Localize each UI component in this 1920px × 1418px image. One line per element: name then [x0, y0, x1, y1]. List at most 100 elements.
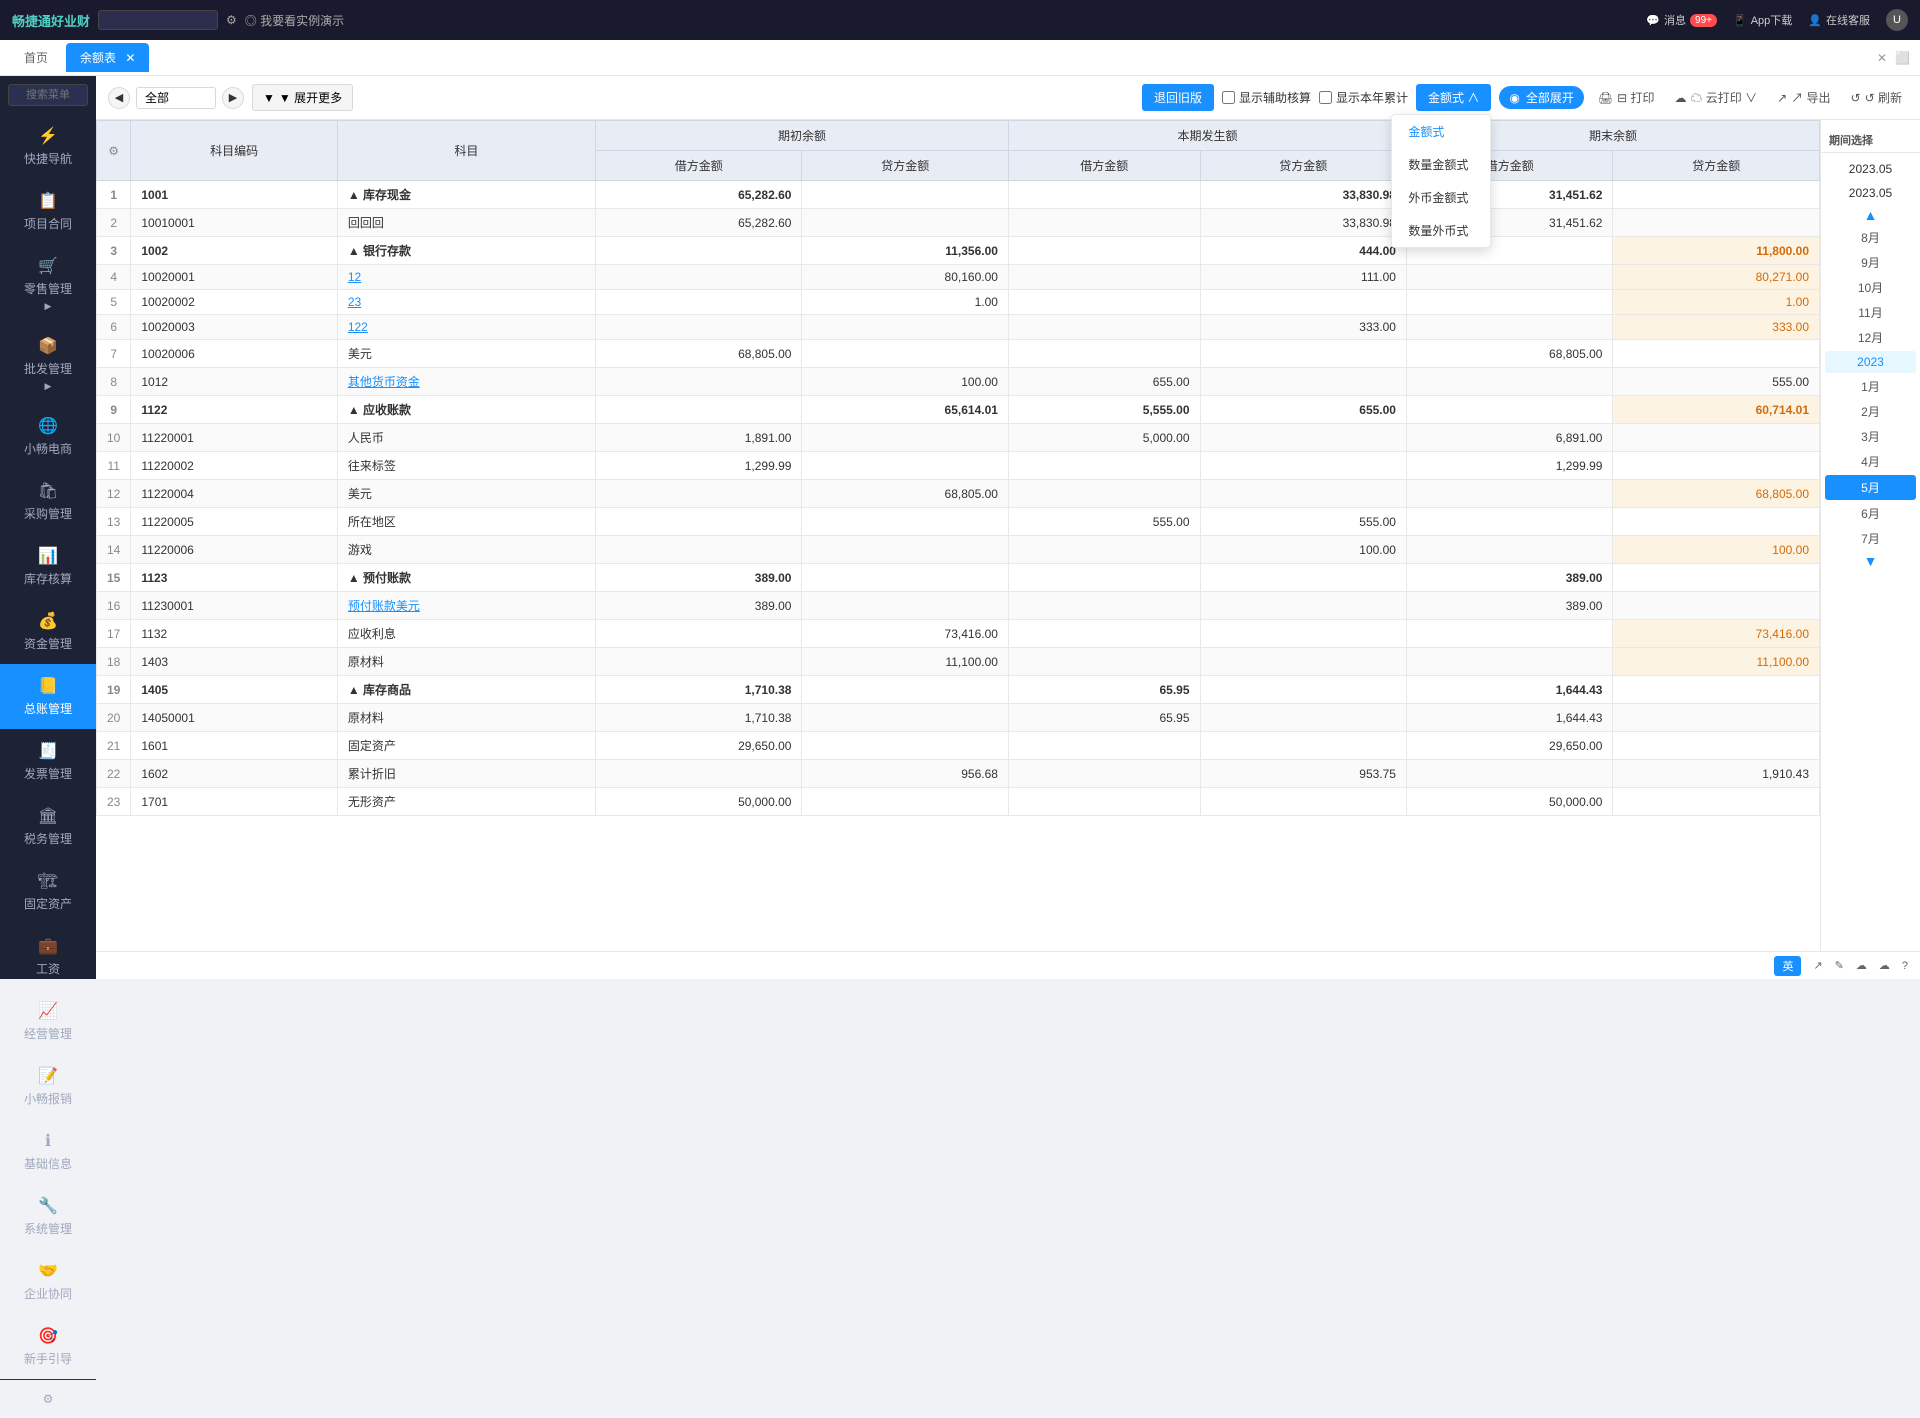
- cell-current-credit: [1200, 732, 1406, 760]
- user-btn[interactable]: U: [1886, 9, 1908, 31]
- ecommerce-icon: 🌐: [38, 416, 58, 436]
- status-cloud-icon2[interactable]: ☁: [1879, 959, 1890, 972]
- cell-no: 3: [97, 237, 131, 265]
- nav-input[interactable]: [136, 87, 216, 109]
- month-5[interactable]: 5月: [1825, 475, 1916, 500]
- cell-name[interactable]: 其他货币资金: [337, 368, 595, 396]
- show-ytd-input[interactable]: [1319, 91, 1332, 104]
- sidebar-item-base-info[interactable]: ℹ 基础信息: [0, 1119, 96, 1184]
- cell-code: 11230001: [131, 592, 337, 620]
- demo-link[interactable]: ◎ 我要看实例演示: [245, 12, 344, 29]
- period-down-btn[interactable]: ▼: [1821, 551, 1920, 571]
- show-aux-input[interactable]: [1222, 91, 1235, 104]
- sidebar-item-quick-nav[interactable]: ⚡ 快捷导航: [0, 114, 96, 179]
- cloud-print-btn[interactable]: ☁ ☁ 云打印 ∨: [1668, 85, 1763, 110]
- expand-more-btn[interactable]: ▼ ▼ 展开更多: [252, 84, 353, 111]
- cell-opening-debit: [596, 368, 802, 396]
- month-2[interactable]: 2月: [1821, 399, 1920, 424]
- cell-current-credit: 953.75: [1200, 760, 1406, 788]
- month-1[interactable]: 1月: [1821, 374, 1920, 399]
- cell-code: 11220001: [131, 424, 337, 452]
- month-6[interactable]: 6月: [1821, 501, 1920, 526]
- cell-current-debit: [1008, 536, 1200, 564]
- online-service-btn[interactable]: 👤 在线客服: [1808, 12, 1870, 28]
- cell-current-debit: [1008, 209, 1200, 237]
- sidebar-item-purchase[interactable]: 🛍 采购管理: [0, 469, 96, 534]
- sidebar-item-wholesale[interactable]: 📦 批发管理 ▶: [0, 324, 96, 404]
- sidebar-item-new-guide[interactable]: 🎯 新手引导: [0, 1314, 96, 1379]
- sidebar-settings-btn[interactable]: ⚙: [0, 1380, 96, 1418]
- sidebar-search-input[interactable]: [8, 84, 88, 106]
- cell-opening-debit: 1,710.38: [596, 704, 802, 732]
- tab-balance[interactable]: 余额表 ✕: [66, 43, 149, 72]
- sidebar-item-xiao-sales[interactable]: 📝 小畅报销: [0, 1054, 96, 1119]
- dropdown-item-amount[interactable]: 金额式: [1392, 115, 1490, 148]
- period-up-btn[interactable]: ▲: [1821, 205, 1920, 225]
- month-9[interactable]: 9月: [1821, 250, 1920, 275]
- expand-all-toggle[interactable]: ◉ 全部展开: [1499, 86, 1584, 109]
- sidebar-item-inventory[interactable]: 📊 库存核算: [0, 534, 96, 599]
- tab-close-icon[interactable]: ✕: [125, 51, 135, 65]
- top-settings-icon[interactable]: ⚙: [226, 13, 237, 27]
- export-btn[interactable]: ↗ ↗ 导出: [1771, 85, 1836, 110]
- status-edit-icon[interactable]: ✎: [1835, 959, 1844, 972]
- sidebar-item-payroll[interactable]: 💼 工资: [0, 924, 96, 989]
- sidebar-item-sys-mgmt[interactable]: 🔧 系统管理: [0, 1184, 96, 1249]
- period-2023-start[interactable]: 2023.05: [1821, 157, 1920, 181]
- tab-home[interactable]: 首页: [10, 43, 62, 72]
- return-old-btn[interactable]: 退回旧版: [1142, 84, 1214, 111]
- amount-style-dropdown: 金额式 数量金额式 外币金额式 数量外币式: [1391, 114, 1491, 248]
- expand-icon: ▼: [263, 91, 275, 105]
- dropdown-item-foreign-amount[interactable]: 外币金额式: [1392, 181, 1490, 214]
- new-guide-icon: 🎯: [38, 1326, 58, 1346]
- month-8[interactable]: 8月: [1821, 225, 1920, 250]
- dropdown-item-qty-foreign[interactable]: 数量外币式: [1392, 214, 1490, 247]
- nav-forward-btn[interactable]: ▶: [222, 87, 244, 109]
- cell-closing-debit: 50,000.00: [1406, 788, 1612, 816]
- period-2023-end[interactable]: 2023.05: [1821, 181, 1920, 205]
- sidebar-item-corp-collab[interactable]: 🤝 企业协同: [0, 1249, 96, 1314]
- dropdown-item-qty-amount[interactable]: 数量金额式: [1392, 148, 1490, 181]
- month-12[interactable]: 12月: [1821, 325, 1920, 350]
- cell-name[interactable]: 12: [337, 265, 595, 290]
- show-aux-checkbox[interactable]: 显示辅助核算: [1222, 89, 1311, 106]
- sidebar-item-capital[interactable]: 💰 资金管理: [0, 599, 96, 664]
- th-settings[interactable]: ⚙: [97, 121, 131, 181]
- month-11[interactable]: 11月: [1821, 300, 1920, 325]
- cell-name[interactable]: 预付账款美元: [337, 592, 595, 620]
- month-7[interactable]: 7月: [1821, 526, 1920, 551]
- month-3[interactable]: 3月: [1821, 424, 1920, 449]
- messages-btn[interactable]: 💬 消息 99+: [1646, 12, 1717, 28]
- status-help-icon[interactable]: ?: [1902, 960, 1908, 972]
- sidebar-item-fixed-assets[interactable]: 🏗 固定资产: [0, 859, 96, 924]
- cell-opening-credit: [802, 704, 1008, 732]
- cell-opening-debit: [596, 536, 802, 564]
- cell-current-debit: 5,555.00: [1008, 396, 1200, 424]
- cell-closing-debit: 68,805.00: [1406, 340, 1612, 368]
- sidebar-item-operations[interactable]: 📈 经营管理: [0, 989, 96, 1054]
- app-download-btn[interactable]: 📱 App下载: [1733, 12, 1792, 28]
- cell-name[interactable]: 23: [337, 290, 595, 315]
- sidebar-item-invoice[interactable]: 🧾 发票管理: [0, 729, 96, 794]
- amount-style-btn[interactable]: 金额式 ∧: [1416, 84, 1491, 111]
- show-ytd-checkbox[interactable]: 显示本年累计: [1319, 89, 1408, 106]
- sidebar-item-retail[interactable]: 🛒 零售管理 ▶: [0, 244, 96, 324]
- top-search-input[interactable]: [98, 10, 218, 30]
- sidebar-item-ecommerce[interactable]: 🌐 小畅电商: [0, 404, 96, 469]
- refresh-btn[interactable]: ↺ ↺ 刷新: [1845, 85, 1908, 110]
- month-10[interactable]: 10月: [1821, 275, 1920, 300]
- status-export-icon[interactable]: ↗: [1813, 959, 1822, 972]
- sidebar-item-general-ledger[interactable]: 📒 总账管理: [0, 664, 96, 729]
- window-minimize-icon[interactable]: ✕: [1877, 51, 1887, 65]
- print-btn[interactable]: 🖨 ⊟ 打印: [1592, 85, 1661, 110]
- sidebar-item-tax[interactable]: 🏛 税务管理: [0, 794, 96, 859]
- window-maximize-icon[interactable]: ⬜: [1895, 51, 1910, 65]
- status-cloud-icon1[interactable]: ☁: [1856, 959, 1867, 972]
- sidebar-item-project[interactable]: 📋 项目合同: [0, 179, 96, 244]
- status-lang-btn[interactable]: 英: [1774, 956, 1801, 976]
- cell-name[interactable]: 122: [337, 315, 595, 340]
- cell-closing-credit: 11,800.00: [1613, 237, 1820, 265]
- month-4[interactable]: 4月: [1821, 449, 1920, 474]
- year-2023[interactable]: 2023: [1825, 351, 1916, 373]
- nav-back-btn[interactable]: ◀: [108, 87, 130, 109]
